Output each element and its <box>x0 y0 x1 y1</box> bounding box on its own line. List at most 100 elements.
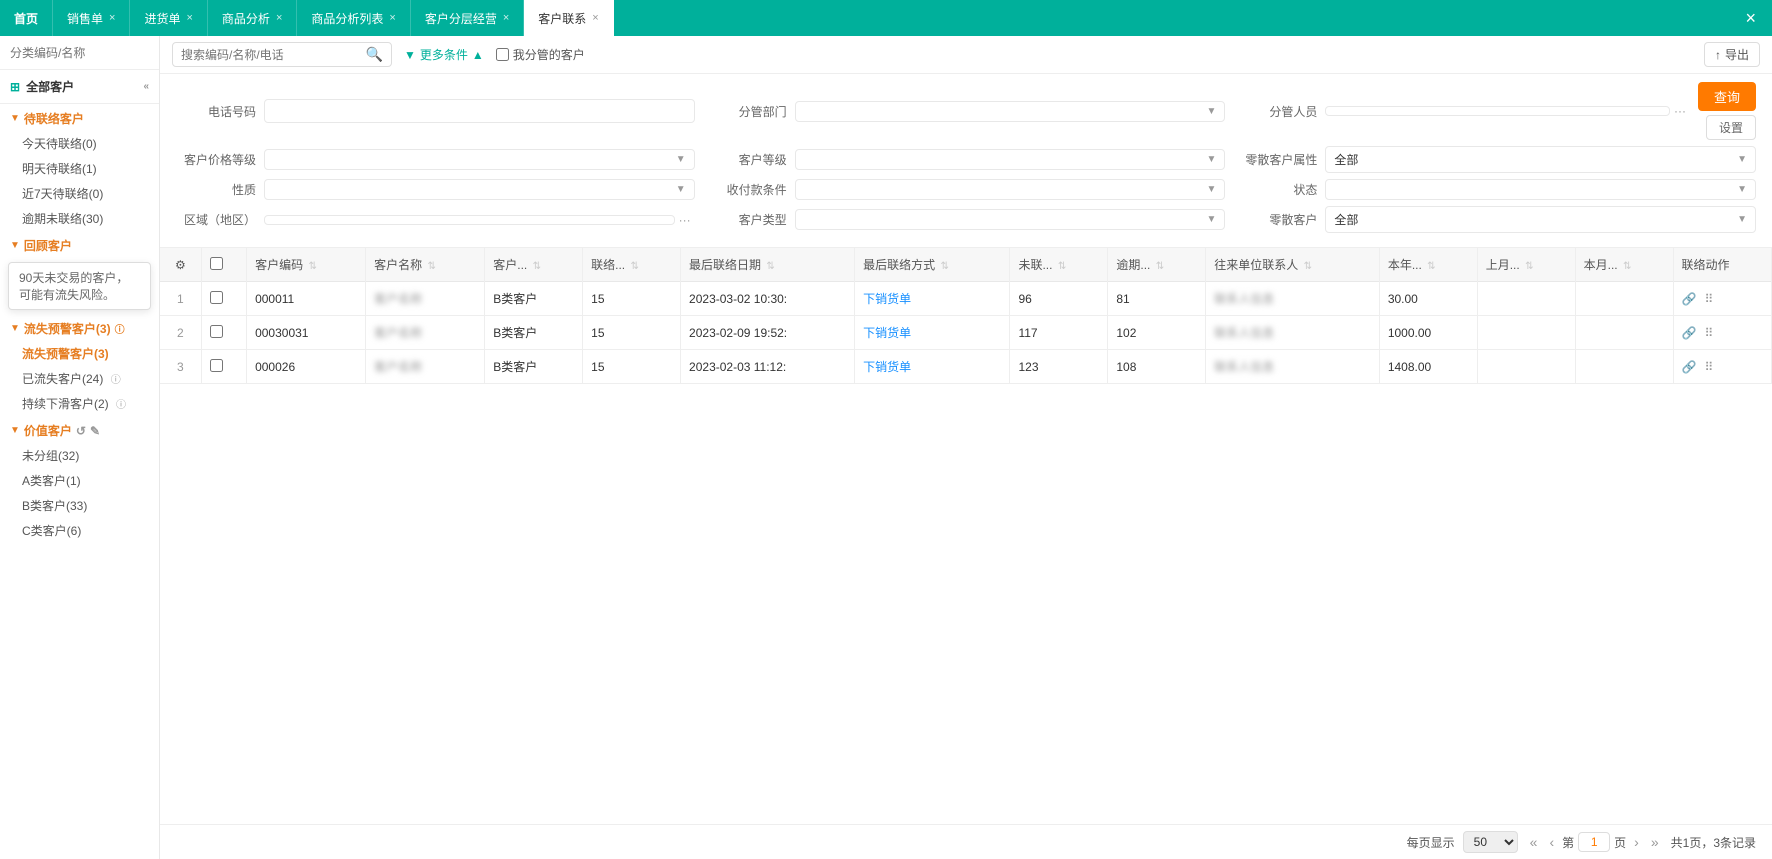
th-checkbox[interactable] <box>201 248 246 282</box>
filter-nature-select[interactable]: ▼ <box>264 179 695 200</box>
th-type[interactable]: 客户... ⇅ <box>485 248 583 282</box>
th-this-month-label: 本月... <box>1584 258 1618 272</box>
th-unit-contacts[interactable]: 往来单位联系人 ⇅ <box>1206 248 1380 282</box>
filter-phone-input[interactable] <box>264 99 695 123</box>
row-3-select[interactable] <box>210 359 223 372</box>
row-1-menu-icon[interactable]: ⠿ <box>1704 292 1713 306</box>
filter-price-level-select[interactable]: ▼ <box>264 149 695 170</box>
my-customers-checkbox[interactable] <box>496 48 509 61</box>
query-button[interactable]: 查询 <box>1698 82 1756 111</box>
th-this-month[interactable]: 本月... ⇅ <box>1575 248 1673 282</box>
sidebar-group-value-customer[interactable]: ▼ 价值客户 ↺ ✎ <box>0 416 159 443</box>
th-last-contact-method[interactable]: 最后联络方式 ⇅ <box>855 248 1010 282</box>
sidebar-item-churned[interactable]: 已流失客户(24) ⓘ <box>0 366 159 391</box>
filter-status-arrow: ▼ <box>1737 184 1747 195</box>
sidebar-item-tomorrow-contact[interactable]: 明天待联络(1) <box>0 156 159 181</box>
sidebar-group-churn-warning[interactable]: ▼ 流失预警客户(3) ⓘ <box>0 314 159 341</box>
page-next-button[interactable]: › <box>1630 834 1643 850</box>
row-1-uncontacted: 96 <box>1010 282 1108 316</box>
tab-goods-list[interactable]: 商品分析列表 × <box>297 0 410 36</box>
filter-customer-type-select[interactable]: ▼ <box>795 209 1226 230</box>
filter-region-select[interactable] <box>264 215 675 225</box>
tab-sales-close[interactable]: × <box>109 12 115 24</box>
sidebar-item-churn-warning-active[interactable]: 流失预警客户(3) <box>0 341 159 366</box>
sidebar-item-class-b[interactable]: B类客户(33) <box>0 493 159 518</box>
th-contact-count[interactable]: 联络... ⇅ <box>583 248 681 282</box>
filter-scatter-attr-select[interactable]: 全部 ▼ <box>1325 146 1756 173</box>
filter-scatter-customer-value: 全部 <box>1334 211 1737 228</box>
sidebar-item-overdue-contact[interactable]: 逾期未联络(30) <box>0 206 159 231</box>
sidebar-group-pending-contact[interactable]: ▼ 待联络客户 <box>0 104 159 131</box>
tab-purchase[interactable]: 进货单 × <box>130 0 207 36</box>
row-2-link-icon[interactable]: 🔗 <box>1682 326 1697 340</box>
row-3-last-contact-method[interactable]: 下销货单 <box>855 350 1010 384</box>
th-last-month[interactable]: 上月... ⇅ <box>1477 248 1575 282</box>
filter-payment-select[interactable]: ▼ <box>795 179 1226 200</box>
tab-goods-analysis-close[interactable]: × <box>276 12 282 24</box>
th-overdue[interactable]: 逾期... ⇅ <box>1108 248 1206 282</box>
page-last-button[interactable]: » <box>1647 834 1663 850</box>
export-button[interactable]: ↑ 导出 <box>1704 42 1760 67</box>
filter-dept-select[interactable]: ▼ <box>795 101 1226 122</box>
filter-status-select[interactable]: ▼ <box>1325 179 1756 200</box>
my-customers-checkbox-label[interactable]: 我分管的客户 <box>496 46 585 63</box>
tab-sales[interactable]: 销售单 × <box>53 0 130 36</box>
more-filters-button[interactable]: ▼ 更多条件 ▲ <box>404 46 484 63</box>
tab-home[interactable]: 首页 <box>0 0 53 36</box>
tab-customer-tier-close[interactable]: × <box>503 12 509 24</box>
churn-warning-info-icon: ⓘ <box>115 321 125 336</box>
filter-manager-dots[interactable]: ··· <box>1670 104 1690 118</box>
row-1-type: B类客户 <box>485 282 583 316</box>
page-prev-button[interactable]: ‹ <box>1545 834 1558 850</box>
th-uncontacted[interactable]: 未联... ⇅ <box>1010 248 1108 282</box>
th-this-year[interactable]: 本年... ⇅ <box>1379 248 1477 282</box>
sidebar-item-week-contact[interactable]: 近7天待联络(0) <box>0 181 159 206</box>
row-3-method-link[interactable]: 下销货单 <box>863 360 911 374</box>
select-all-checkbox[interactable] <box>210 257 223 270</box>
row-2-menu-icon[interactable]: ⠿ <box>1704 326 1713 340</box>
row-1-last-contact-method[interactable]: 下销货单 <box>855 282 1010 316</box>
tab-customer-tier[interactable]: 客户分层经营 × <box>411 0 524 36</box>
value-refresh-icon[interactable]: ↺ <box>76 424 86 438</box>
tab-customer-contact[interactable]: 客户联系 × <box>524 0 613 36</box>
sidebar-all-customers[interactable]: ⊞ 全部客户 « <box>0 70 159 104</box>
row-1-link-icon[interactable]: 🔗 <box>1682 292 1697 306</box>
sidebar-item-ungrouped[interactable]: 未分组(32) <box>0 443 159 468</box>
page-size-select[interactable]: 50 20 100 <box>1463 831 1518 853</box>
row-2-checkbox[interactable] <box>201 316 246 350</box>
page-first-button[interactable]: « <box>1526 834 1542 850</box>
tab-goods-list-close[interactable]: × <box>389 12 395 24</box>
row-1-method-link[interactable]: 下销货单 <box>863 292 911 306</box>
search-icon[interactable]: 🔍 <box>366 46 383 63</box>
th-settings[interactable]: ⚙ <box>160 248 201 282</box>
filter-customer-level-select[interactable]: ▼ <box>795 149 1226 170</box>
row-2-select[interactable] <box>210 325 223 338</box>
th-code[interactable]: 客户编码 ⇅ <box>247 248 366 282</box>
sidebar-item-class-c[interactable]: C类客户(6) <box>0 518 159 543</box>
row-1-checkbox[interactable] <box>201 282 246 316</box>
th-name[interactable]: 客户名称 ⇅ <box>366 248 485 282</box>
row-2-method-link[interactable]: 下销货单 <box>863 326 911 340</box>
page-number-input[interactable] <box>1578 832 1610 852</box>
window-close-button[interactable]: × <box>1729 8 1772 29</box>
tab-purchase-close[interactable]: × <box>186 12 192 24</box>
settings-button[interactable]: 设置 <box>1706 115 1756 140</box>
row-3-menu-icon[interactable]: ⠿ <box>1704 360 1713 374</box>
tab-customer-contact-close[interactable]: × <box>592 12 598 24</box>
filter-scatter-customer-select[interactable]: 全部 ▼ <box>1325 206 1756 233</box>
row-2-last-contact-method[interactable]: 下销货单 <box>855 316 1010 350</box>
row-3-checkbox[interactable] <box>201 350 246 384</box>
sidebar-item-class-a[interactable]: A类客户(1) <box>0 468 159 493</box>
value-edit-icon[interactable]: ✎ <box>90 424 100 438</box>
sidebar-item-today-contact[interactable]: 今天待联络(0) <box>0 131 159 156</box>
row-1-select[interactable] <box>210 291 223 304</box>
sidebar-search-input[interactable] <box>10 46 160 60</box>
tab-goods-analysis[interactable]: 商品分析 × <box>208 0 297 36</box>
filter-manager-select[interactable] <box>1325 106 1670 116</box>
sidebar-group-review[interactable]: ▼ 回顾客户 <box>0 231 159 258</box>
search-input[interactable] <box>181 48 366 62</box>
row-3-link-icon[interactable]: 🔗 <box>1682 360 1697 374</box>
th-last-contact-date[interactable]: 最后联络日期 ⇅ <box>681 248 855 282</box>
sidebar-item-declining[interactable]: 持续下滑客户(2) ⓘ <box>0 391 159 416</box>
filter-region-dots[interactable]: ··· <box>675 213 695 227</box>
